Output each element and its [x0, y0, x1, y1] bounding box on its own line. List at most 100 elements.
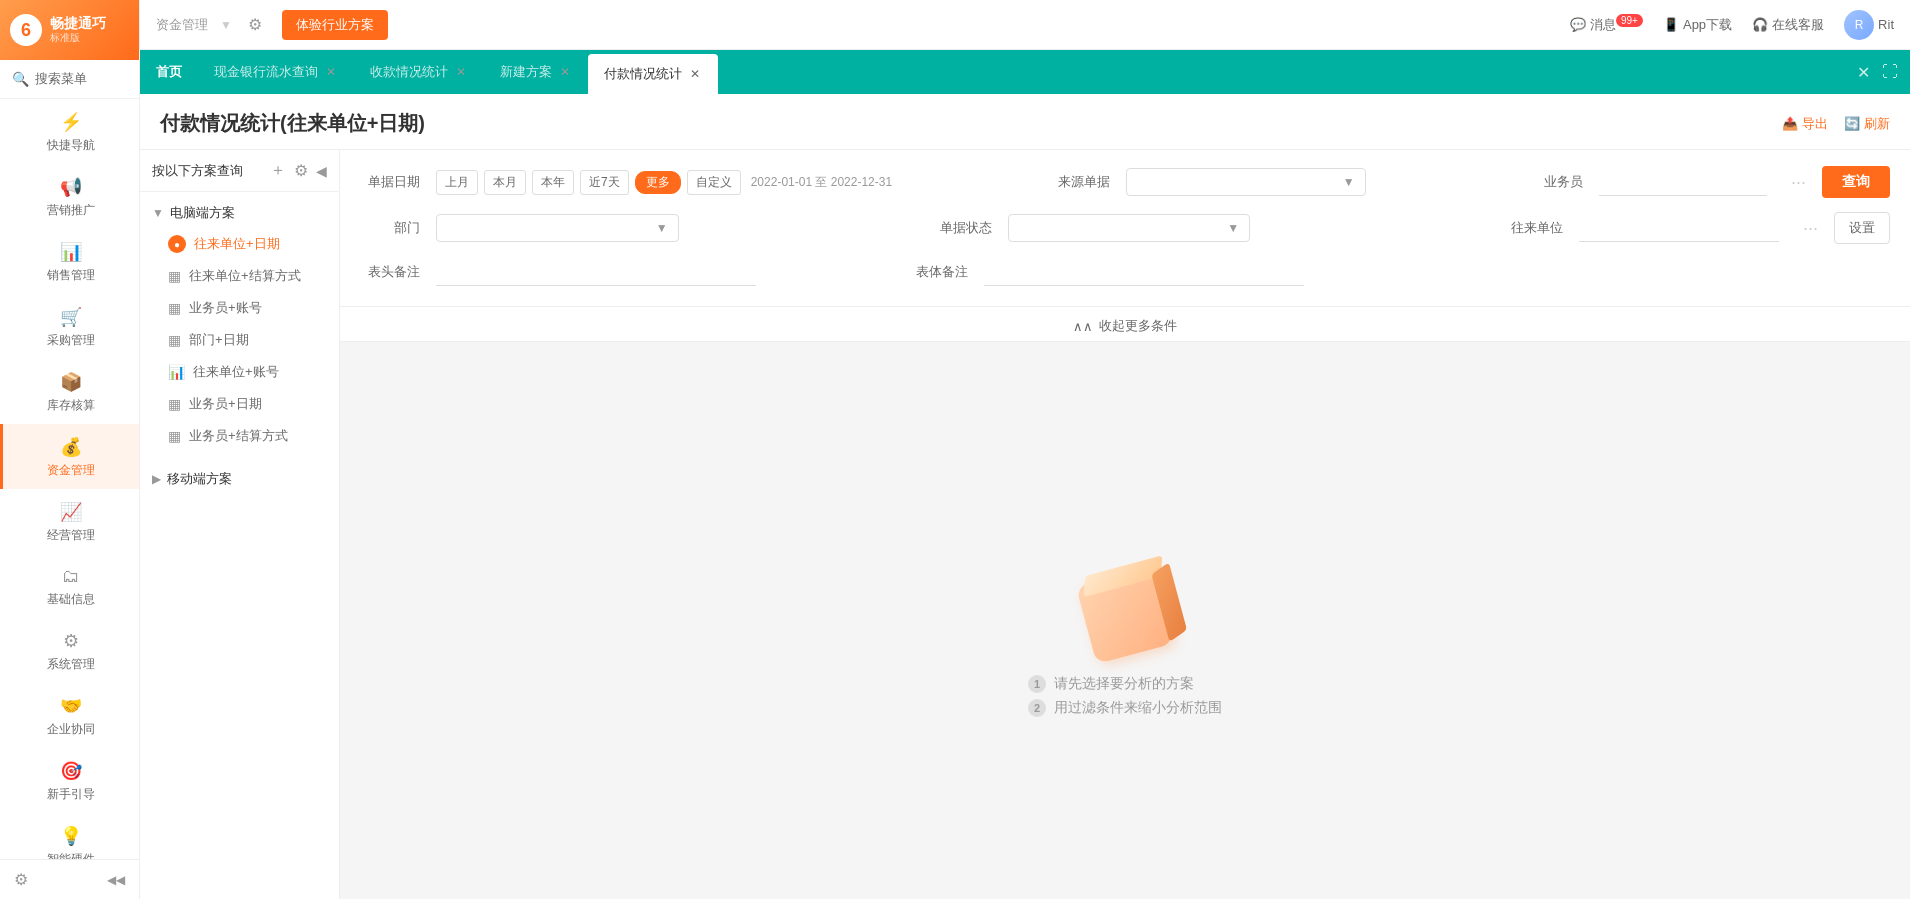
scheme-collapse-icon[interactable]: ◀: [316, 163, 327, 179]
scheme-item-counterpart-date[interactable]: ● 往来单位+日期: [140, 228, 339, 260]
header-note-label: 表头备注: [360, 263, 420, 281]
dept-select[interactable]: ▼: [436, 214, 679, 242]
tab-newscheme[interactable]: 新建方案 ✕: [484, 50, 588, 94]
query-button[interactable]: 查询: [1822, 166, 1890, 198]
scheme-item-label-counterpart-account: 往来单位+账号: [193, 363, 279, 381]
service-item[interactable]: 🎧 在线客服: [1752, 16, 1824, 34]
page-header: 付款情况统计(往来单位+日期) 📤 导出 🔄 刷新: [140, 94, 1910, 150]
marketing-icon: 📢: [60, 176, 82, 198]
scheme-item-label-salesman-account: 业务员+账号: [189, 299, 262, 317]
scheme-item-salesman-date[interactable]: ▦ 业务员+日期: [140, 388, 339, 420]
footer-settings-icon[interactable]: ⚙: [14, 870, 28, 889]
scheme-mobile-group: ▶ 移动端方案: [140, 458, 339, 500]
refresh-icon: 🔄: [1844, 116, 1860, 131]
filter-row-3: 表头备注 表体备注: [360, 258, 1890, 286]
voucher-status-select[interactable]: ▼: [1008, 214, 1251, 242]
tab-payments[interactable]: 付款情况统计 ✕: [588, 54, 718, 94]
tab-cashflow[interactable]: 现金银行流水查询 ✕: [198, 50, 354, 94]
topbar: 资金管理 ▼ ⚙ 体验行业方案 💬 消息 99+ 📱 App下载 🎧 在线客服 …: [140, 0, 1910, 50]
user-profile[interactable]: R Rit: [1844, 10, 1894, 40]
sidebar-label-finance: 资金管理: [47, 462, 95, 479]
breadcrumb-arrow: ▼: [220, 18, 232, 32]
scheme-add-icon[interactable]: ＋: [270, 160, 286, 181]
source-select[interactable]: ▼: [1126, 168, 1366, 196]
sidebar-label-inventory: 库存核算: [47, 397, 95, 414]
date-btn-thismonth[interactable]: 本月: [484, 170, 526, 195]
scheme-item-dept-date[interactable]: ▦ 部门+日期: [140, 324, 339, 356]
body-note-input[interactable]: [984, 258, 1304, 286]
sidebar-item-marketing[interactable]: 📢 营销推广: [0, 164, 139, 229]
refresh-button[interactable]: 🔄 刷新: [1844, 115, 1890, 133]
tab-payments-close[interactable]: ✕: [688, 65, 702, 83]
sidebar-item-hardware[interactable]: 💡 智能硬件: [0, 813, 139, 859]
tab-cashflow-close[interactable]: ✕: [324, 63, 338, 81]
tab-close-all-icon[interactable]: ✕: [1857, 63, 1870, 82]
scheme-item-counterpart-settle[interactable]: ▦ 往来单位+结算方式: [140, 260, 339, 292]
salesman-label: 业务员: [1523, 173, 1583, 191]
sidebar-nav: ⚡ 快捷导航 📢 营销推广 📊 销售管理 🛒 采购管理 📦 库存核算 💰 资金管…: [0, 99, 139, 859]
username: Rit: [1878, 17, 1894, 32]
sidebar-item-sales[interactable]: 📊 销售管理: [0, 229, 139, 294]
body-note-label: 表体备注: [908, 263, 968, 281]
service-icon: 🎧: [1752, 17, 1768, 32]
counterpart-input[interactable]: [1579, 214, 1779, 242]
sidebar-item-operation[interactable]: 📈 经营管理: [0, 489, 139, 554]
scheme-desktop-header[interactable]: ▼ 电脑端方案: [140, 198, 339, 228]
scheme-mobile-arrow: ▶: [152, 472, 161, 486]
sidebar-item-cooperation[interactable]: 🤝 企业协同: [0, 683, 139, 748]
scheme-item-label-dept-date: 部门+日期: [189, 331, 249, 349]
scheme-mobile-header[interactable]: ▶ 移动端方案: [140, 464, 339, 494]
scheme-item-icon-7: ▦: [168, 428, 181, 444]
tab-receipts[interactable]: 收款情况统计 ✕: [354, 50, 484, 94]
scheme-item-salesman-account[interactable]: ▦ 业务员+账号: [140, 292, 339, 324]
sidebar-item-system[interactable]: ⚙ 系统管理: [0, 618, 139, 683]
scheme-settings-icon[interactable]: ⚙: [294, 161, 308, 180]
scheme-item-salesman-settle[interactable]: ▦ 业务员+结算方式: [140, 420, 339, 452]
logo-subtitle: 标准版: [50, 31, 106, 45]
app-download-item[interactable]: 📱 App下载: [1663, 16, 1732, 34]
search-icon: 🔍: [12, 71, 29, 87]
search-menu[interactable]: 🔍 搜索菜单: [0, 60, 139, 99]
date-range-display: 2022-01-01 至 2022-12-31: [751, 174, 892, 191]
sidebar-item-basic[interactable]: 🗂 基础信息: [0, 554, 139, 618]
scheme-item-counterpart-account[interactable]: 📊 往来单位+账号: [140, 356, 339, 388]
sidebar-item-finance[interactable]: 💰 资金管理: [0, 424, 139, 489]
tab-fullscreen-icon[interactable]: ⛶: [1882, 63, 1898, 81]
counterpart-dots[interactable]: ···: [1803, 218, 1818, 239]
sidebar-item-guide[interactable]: 🎯 新手引导: [0, 748, 139, 813]
trial-button[interactable]: 体验行业方案: [282, 10, 388, 40]
date-btn-7days[interactable]: 近7天: [580, 170, 629, 195]
tab-cashflow-label: 现金银行流水查询: [214, 63, 318, 81]
header-note-input[interactable]: [436, 258, 756, 286]
sidebar-label-basic: 基础信息: [47, 591, 95, 608]
collapse-more-btn[interactable]: ∧∧ 收起更多条件: [340, 306, 1910, 341]
topbar-settings-icon[interactable]: ⚙: [248, 15, 262, 34]
footer-collapse-icon[interactable]: ◀◀: [107, 873, 125, 887]
date-btn-lastmonth[interactable]: 上月: [436, 170, 478, 195]
split-layout: 按以下方案查询 ＋ ⚙ ◀ ▼ 电脑端方案 ● 往来单位+日期: [140, 150, 1910, 899]
settings-button[interactable]: 设置: [1834, 212, 1890, 244]
finance-icon: 💰: [60, 436, 82, 458]
tab-home[interactable]: 首页: [140, 50, 198, 94]
sidebar-item-purchase[interactable]: 🛒 采购管理: [0, 294, 139, 359]
sales-icon: 📊: [60, 241, 82, 263]
sidebar-label-guide: 新手引导: [47, 786, 95, 803]
date-label: 单据日期: [360, 173, 420, 191]
date-btn-more[interactable]: 更多: [635, 171, 681, 194]
tab-receipts-close[interactable]: ✕: [454, 63, 468, 81]
sidebar-item-inventory[interactable]: 📦 库存核算: [0, 359, 139, 424]
salesman-input[interactable]: [1599, 168, 1767, 196]
message-item[interactable]: 💬 消息 99+: [1570, 16, 1643, 34]
date-btn-thisyear[interactable]: 本年: [532, 170, 574, 195]
search-label: 搜索菜单: [35, 70, 87, 88]
dept-arrow-icon: ▼: [656, 221, 668, 235]
scheme-item-icon-4: ▦: [168, 332, 181, 348]
tab-newscheme-close[interactable]: ✕: [558, 63, 572, 81]
export-button[interactable]: 📤 导出: [1782, 115, 1828, 133]
sidebar-item-quicknav[interactable]: ⚡ 快捷导航: [0, 99, 139, 164]
date-btn-custom[interactable]: 自定义: [687, 170, 741, 195]
salesman-dots[interactable]: ···: [1791, 172, 1806, 193]
tabbar: 首页 现金银行流水查询 ✕ 收款情况统计 ✕ 新建方案 ✕ 付款情况统计 ✕ ✕…: [140, 50, 1910, 94]
empty-tip-1: 1 请先选择要分析的方案: [1028, 675, 1222, 693]
sidebar-header: 6 畅捷通巧 标准版: [0, 0, 139, 60]
